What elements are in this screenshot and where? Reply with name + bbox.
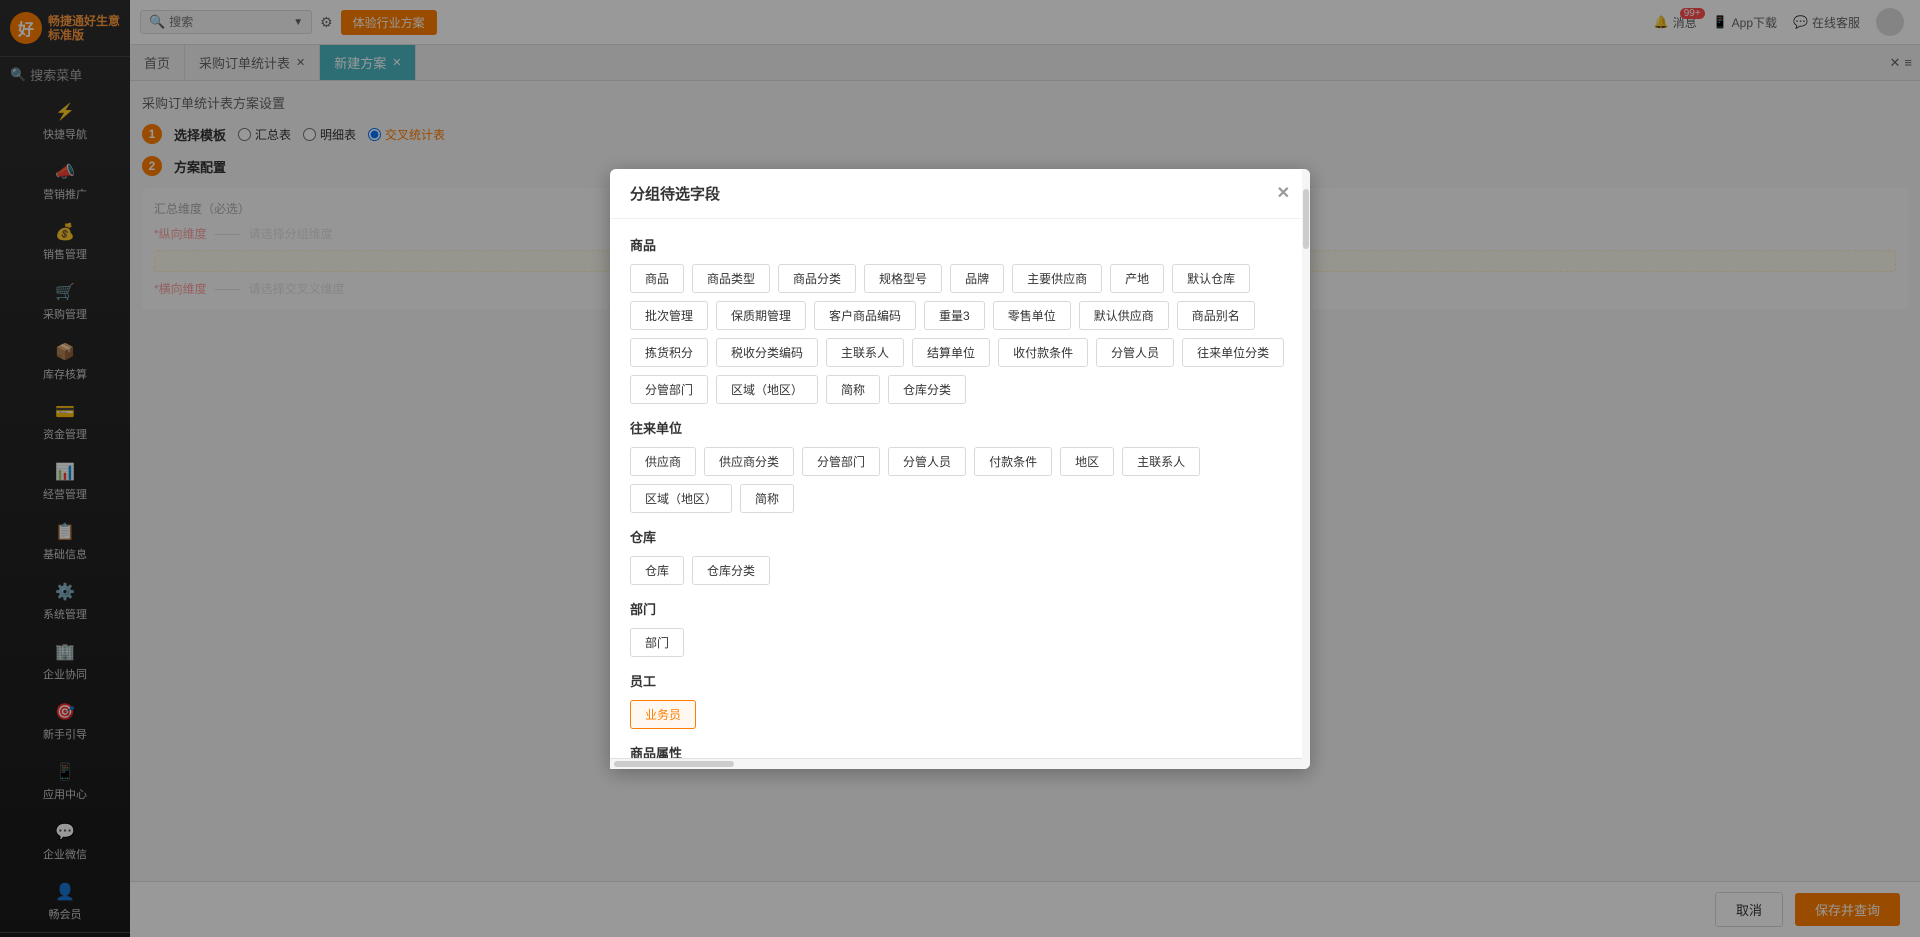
field-grid-counterparty: 供应商供应商分类分管部门分管人员付款条件地区主联系人区域（地区） 简称 [630, 447, 1290, 513]
field-chip-default-warehouse[interactable]: 默认仓库 [1172, 264, 1250, 293]
field-chip-retail-unit[interactable]: 零售单位 [993, 301, 1071, 330]
section-title-warehouse: 仓库 [630, 527, 1290, 546]
field-chip-supplier[interactable]: 供应商 [630, 447, 696, 476]
section-title-product-attrs: 商品属性 [630, 743, 1290, 758]
vertical-scrollbar-thumb [1303, 189, 1309, 249]
field-grid-department: 部门 [630, 628, 1290, 657]
modal-title: 分组待选字段 [630, 183, 720, 204]
field-chip-warehouse-category[interactable]: 仓库分类 [888, 375, 966, 404]
field-chip-brand[interactable]: 品牌 [950, 264, 1004, 293]
field-grid-warehouse: 仓库仓库分类 [630, 556, 1290, 585]
field-chip-dept-person[interactable]: 分管人员 [888, 447, 966, 476]
field-chip-short-name[interactable]: 简称 [826, 375, 880, 404]
hscroll-thumb [614, 761, 734, 767]
section-title-department: 部门 [630, 599, 1290, 618]
field-chip-expiry-mgmt[interactable]: 保质期管理 [716, 301, 806, 330]
field-chip-area[interactable]: 地区 [1060, 447, 1114, 476]
field-chip-product-alias[interactable]: 商品别名 [1177, 301, 1255, 330]
field-grid-employee: 业务员 [630, 700, 1290, 729]
section-title-counterparty: 往来单位 [630, 418, 1290, 437]
field-chip-spec-type[interactable]: 规格型号 [864, 264, 942, 293]
field-chip-weight3[interactable]: 重量3 [924, 301, 985, 330]
section-title-employee: 员工 [630, 671, 1290, 690]
field-chip-region[interactable]: 区域（地区） [716, 375, 818, 404]
field-chip-payment-cond[interactable]: 付款条件 [974, 447, 1052, 476]
modal: 分组待选字段 ✕ 商品商品商品类型商品分类规格型号品牌主要供应商产地默认仓库批次… [610, 169, 1310, 769]
field-chip-default-supplier[interactable]: 默认供应商 [1079, 301, 1169, 330]
field-chip-main-contact[interactable]: 主联系人 [826, 338, 904, 367]
field-chip-dept-manager[interactable]: 分管人员 [1096, 338, 1174, 367]
section-title-product: 商品 [630, 235, 1290, 254]
field-chip-dept[interactable]: 分管部门 [802, 447, 880, 476]
field-chip-short2[interactable]: 简称 [740, 484, 794, 513]
field-chip-customer-code[interactable]: 客户商品编码 [814, 301, 916, 330]
field-chip-wh[interactable]: 仓库 [630, 556, 684, 585]
field-chip-dept-field[interactable]: 部门 [630, 628, 684, 657]
modal-close-button[interactable]: ✕ [1277, 183, 1290, 203]
field-chip-main-contact2[interactable]: 主联系人 [1122, 447, 1200, 476]
field-chip-salesperson[interactable]: 业务员 [630, 700, 696, 729]
field-chip-product[interactable]: 商品 [630, 264, 684, 293]
field-chip-wh-cat[interactable]: 仓库分类 [692, 556, 770, 585]
field-chip-batch-mgmt[interactable]: 批次管理 [630, 301, 708, 330]
field-chip-pick-score[interactable]: 拣货积分 [630, 338, 708, 367]
field-chip-supplier-cat[interactable]: 供应商分类 [704, 447, 794, 476]
field-chip-origin[interactable]: 产地 [1110, 264, 1164, 293]
modal-header: 分组待选字段 ✕ [610, 169, 1310, 219]
field-chip-main-supplier[interactable]: 主要供应商 [1012, 264, 1102, 293]
field-grid-product: 商品商品类型商品分类规格型号品牌主要供应商产地默认仓库批次管理保质期管理客户商品… [630, 264, 1290, 404]
field-chip-tax-code[interactable]: 税收分类编码 [716, 338, 818, 367]
field-chip-dept-mgmt[interactable]: 分管部门 [630, 375, 708, 404]
field-chip-payment-terms[interactable]: 收付款条件 [998, 338, 1088, 367]
field-chip-settlement-unit[interactable]: 结算单位 [912, 338, 990, 367]
field-chip-product-category[interactable]: 商品分类 [778, 264, 856, 293]
horizontal-scrollbar[interactable] [610, 758, 1310, 769]
modal-body: 商品商品商品类型商品分类规格型号品牌主要供应商产地默认仓库批次管理保质期管理客户… [610, 219, 1310, 758]
modal-overlay: 分组待选字段 ✕ 商品商品商品类型商品分类规格型号品牌主要供应商产地默认仓库批次… [0, 0, 1920, 937]
field-chip-product-type[interactable]: 商品类型 [692, 264, 770, 293]
field-chip-source-unit-cat[interactable]: 往来单位分类 [1182, 338, 1284, 367]
field-chip-region2[interactable]: 区域（地区） [630, 484, 732, 513]
vertical-scrollbar-track [1302, 169, 1310, 769]
